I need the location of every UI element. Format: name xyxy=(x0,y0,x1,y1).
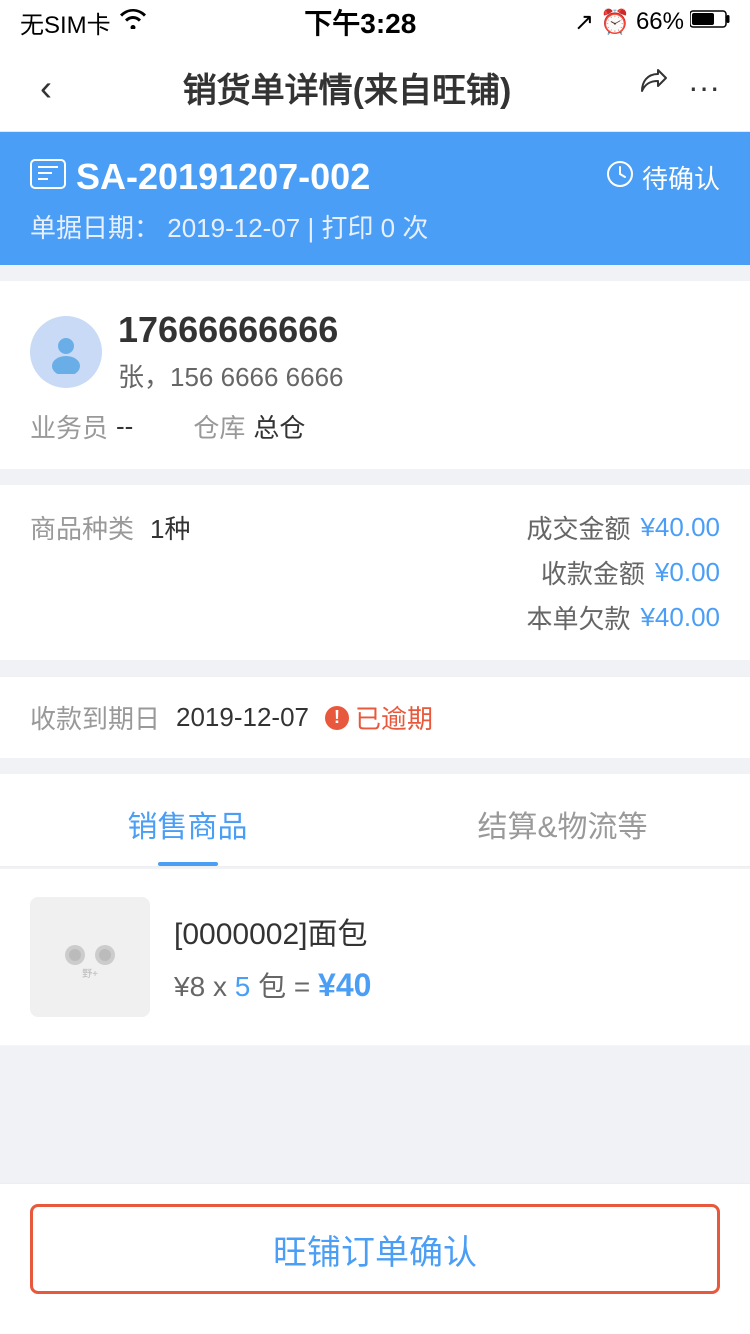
tab-settlement[interactable]: 结算&物流等 xyxy=(375,774,750,866)
svg-text:野+: 野+ xyxy=(82,968,98,980)
customer-info: 17666666666 张，156 6666 6666 xyxy=(118,309,720,394)
customer-row: 17666666666 张，156 6666 6666 xyxy=(30,309,720,394)
overdue-badge: ! 已逾期 xyxy=(325,699,433,736)
status-time: 下午3:28 xyxy=(304,2,416,42)
due-date-section: 收款到期日 2019-12-07 ! 已逾期 xyxy=(0,676,750,758)
warehouse-label: 仓库 xyxy=(193,408,245,445)
clock-icon xyxy=(606,160,634,195)
received-value: ¥0.00 xyxy=(655,557,720,588)
order-date: 单据日期： 2019-12-07 | 打印 0 次 xyxy=(30,208,720,245)
nav-bar: ‹ 销货单详情(来自旺铺) ··· xyxy=(0,44,750,132)
nav-actions: ··· xyxy=(632,66,720,110)
due-label: 收款到期日 xyxy=(30,699,160,736)
received-label: 收款金额 xyxy=(541,554,645,591)
nav-title: 销货单详情(来自旺铺) xyxy=(183,63,512,112)
status-bar: 无SIM卡 下午3:28 ↗ ⏰ 66% xyxy=(0,0,750,44)
order-icon xyxy=(30,156,66,198)
customer-meta: 业务员 -- 仓库 总仓 xyxy=(30,408,720,445)
product-type-value: 1种 xyxy=(150,509,190,546)
more-button[interactable]: ··· xyxy=(688,69,720,106)
customer-phone: 17666666666 xyxy=(118,309,720,351)
battery-icon xyxy=(690,8,730,36)
share-button[interactable] xyxy=(632,66,668,110)
back-button[interactable]: ‹ xyxy=(30,57,62,119)
product-name: [0000002]面包 xyxy=(174,909,720,953)
status-right: ↗ ⏰ 66% xyxy=(574,8,730,37)
warehouse-meta: 仓库 总仓 xyxy=(193,408,305,445)
received-row: 收款金额 ¥0.00 xyxy=(541,554,720,591)
owed-row: 本单欠款 ¥40.00 xyxy=(526,599,720,636)
overdue-icon: ! xyxy=(325,706,349,730)
order-id-row: SA-20191207-002 待确认 xyxy=(30,156,720,198)
customer-section: 17666666666 张，156 6666 6666 业务员 -- 仓库 总仓 xyxy=(0,281,750,469)
order-status: 待确认 xyxy=(606,159,720,196)
owed-value: ¥40.00 xyxy=(640,602,720,633)
product-type: 商品种类 1种 xyxy=(30,509,190,546)
transaction-value: ¥40.00 xyxy=(640,512,720,543)
overdue-text: 已逾期 xyxy=(355,699,433,736)
sales-meta: 业务员 -- xyxy=(30,408,133,445)
status-text: 待确认 xyxy=(642,159,720,196)
order-id-left: SA-20191207-002 xyxy=(30,156,370,198)
warehouse-value: 总仓 xyxy=(253,408,305,445)
wifi-icon xyxy=(119,8,147,36)
stats-section: 商品种类 1种 成交金额 ¥40.00 收款金额 ¥0.00 本单欠款 ¥40.… xyxy=(0,485,750,660)
avatar xyxy=(30,316,102,388)
product-type-label: 商品种类 xyxy=(30,509,134,546)
bottom-bar: 旺铺订单确认 xyxy=(0,1183,750,1334)
tabs-section: 销售商品 结算&物流等 xyxy=(0,774,750,867)
product-price-row: ¥8 x 5 包 = ¥40 xyxy=(174,965,720,1005)
location-icon: ↗ xyxy=(574,8,594,37)
products-section: 野+ [0000002]面包 ¥8 x 5 包 = ¥40 xyxy=(0,869,750,1046)
sales-label: 业务员 xyxy=(30,408,108,445)
order-id-text: SA-20191207-002 xyxy=(76,156,370,198)
battery-text: 66% xyxy=(636,8,684,36)
due-date-value: 2019-12-07 xyxy=(176,702,309,733)
transaction-row: 成交金额 ¥40.00 xyxy=(526,509,720,546)
sales-value: -- xyxy=(116,411,133,442)
header-card: SA-20191207-002 待确认 单据日期： 2019-12-07 | 打… xyxy=(0,132,750,265)
owed-label: 本单欠款 xyxy=(526,599,630,636)
product-item: 野+ [0000002]面包 ¥8 x 5 包 = ¥40 xyxy=(0,869,750,1046)
carrier-text: 无SIM卡 xyxy=(20,5,111,40)
customer-name: 张，156 6666 6666 xyxy=(118,357,720,394)
product-info: [0000002]面包 ¥8 x 5 包 = ¥40 xyxy=(174,909,720,1005)
tab-sales-products[interactable]: 销售商品 xyxy=(0,774,375,866)
amount-stats: 成交金额 ¥40.00 收款金额 ¥0.00 本单欠款 ¥40.00 xyxy=(526,509,720,636)
status-left: 无SIM卡 xyxy=(20,5,147,40)
confirm-order-button[interactable]: 旺铺订单确认 xyxy=(30,1204,720,1294)
product-thumbnail: 野+ xyxy=(30,897,150,1017)
alarm-icon: ⏰ xyxy=(600,8,630,37)
transaction-label: 成交金额 xyxy=(526,509,630,546)
